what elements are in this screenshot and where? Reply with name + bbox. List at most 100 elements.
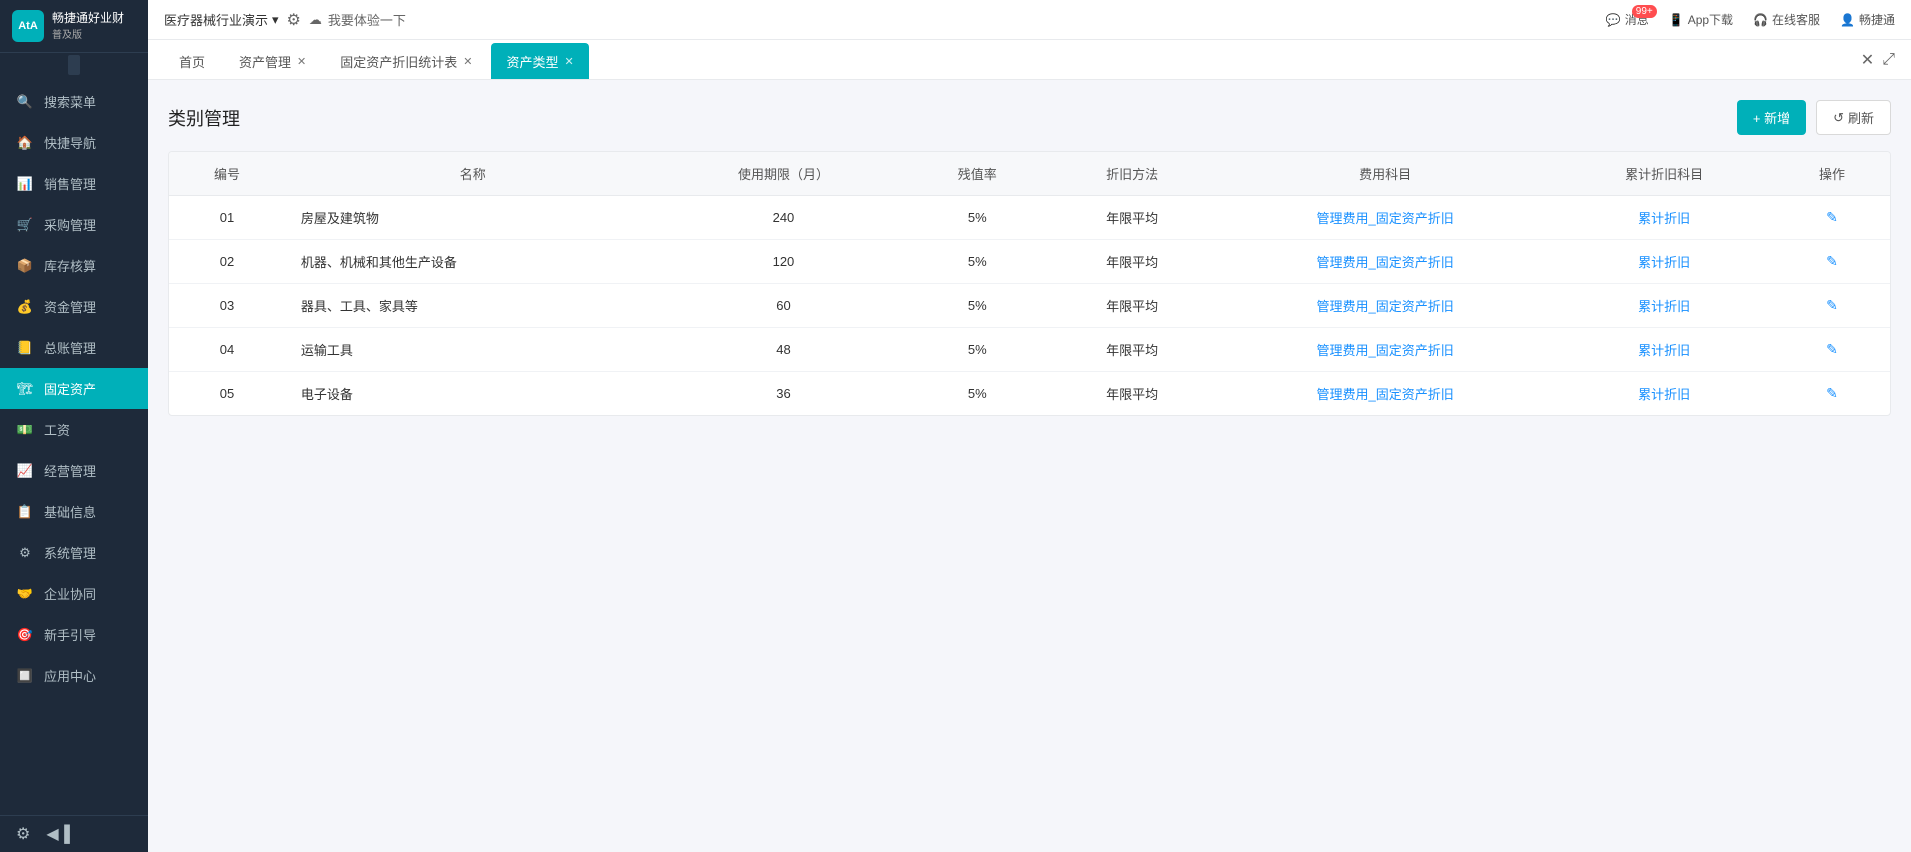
sidebar-label-sales: 销售管理 <box>44 174 96 193</box>
sidebar-item-fixed-assets[interactable]: 🏗 固定资产 <box>0 368 148 409</box>
col-header: 累计折旧科目 <box>1554 152 1774 196</box>
user-icon: 👤 <box>1840 13 1855 27</box>
headset-icon: 🎧 <box>1753 13 1768 27</box>
sidebar-item-sales[interactable]: 📊 销售管理 <box>0 163 148 204</box>
scrollbar-up[interactable] <box>68 55 80 75</box>
company-name: 医疗器械行业演示 <box>164 10 268 29</box>
sidebar-item-payroll[interactable]: 💵 工资 <box>0 409 148 450</box>
sidebar-footer: ⚙ ◀▐ <box>0 815 148 852</box>
nav-icon-quick-nav: 🏠 <box>16 134 34 152</box>
sidebar-item-quick-nav[interactable]: 🏠 快捷导航 <box>0 122 148 163</box>
sidebar-label-quick-nav: 快捷导航 <box>44 133 96 152</box>
customer-service-button[interactable]: 🎧 在线客服 <box>1753 11 1820 28</box>
tab-close-asset-type[interactable]: ✕ <box>565 55 574 68</box>
tab-label-asset-type: 资产类型 <box>506 52 558 71</box>
tab-asset-type[interactable]: 资产类型 ✕ <box>491 43 588 79</box>
col-header: 折旧方法 <box>1048 152 1216 196</box>
sidebar-item-purchase[interactable]: 🛒 采购管理 <box>0 204 148 245</box>
logo-icon: AtA <box>12 10 44 42</box>
table-row: 02机器、机械和其他生产设备1205%年限平均管理费用_固定资产折旧累计折旧✎ <box>169 240 1890 284</box>
phone-icon: 📱 <box>1669 13 1684 27</box>
action-cell: ✎ <box>1774 328 1890 372</box>
tab-home[interactable]: 首页 <box>164 43 220 79</box>
nav-icon-payroll: 💵 <box>16 421 34 439</box>
col-header: 费用科目 <box>1216 152 1554 196</box>
sidebar-label-cooperation: 企业协同 <box>44 584 96 603</box>
app-download-button[interactable]: 📱 App下载 <box>1669 11 1733 28</box>
sidebar-item-basic-info[interactable]: 📋 基础信息 <box>0 491 148 532</box>
edit-button[interactable]: ✎ <box>1826 209 1838 225</box>
app-badge: 普及版 <box>52 26 124 41</box>
company-selector[interactable]: 医疗器械行业演示 ▾ <box>164 10 279 29</box>
sidebar-label-fixed-assets: 固定资产 <box>44 379 96 398</box>
tab-label-depreciation-table: 固定资产折旧统计表 <box>340 52 457 71</box>
message-badge: 99+ <box>1632 5 1657 18</box>
table-row: 01房屋及建筑物2405%年限平均管理费用_固定资产折旧累计折旧✎ <box>169 196 1890 240</box>
tab-label-asset-mgmt: 资产管理 <box>239 52 291 71</box>
expand-tab-icon[interactable]: ⤢ <box>1882 51 1895 69</box>
refresh-button[interactable]: ↺ 刷新 <box>1816 100 1891 135</box>
nav-icon-ledger: 📒 <box>16 339 34 357</box>
nav-icon-search: 🔍 <box>16 93 34 111</box>
nav-icon-capital: 💰 <box>16 298 34 316</box>
nav-icon-system: ⚙ <box>16 544 34 562</box>
new-button[interactable]: + 新增 <box>1737 100 1806 135</box>
sidebar-item-operations[interactable]: 📈 经营管理 <box>0 450 148 491</box>
edit-button[interactable]: ✎ <box>1826 341 1838 357</box>
col-header: 使用期限（月） <box>661 152 907 196</box>
sidebar-item-guide[interactable]: 🎯 新手引导 <box>0 614 148 655</box>
col-header: 操作 <box>1774 152 1890 196</box>
settings-button[interactable]: ⚙ <box>287 10 301 30</box>
sidebar-label-payroll: 工资 <box>44 420 70 439</box>
action-cell: ✎ <box>1774 284 1890 328</box>
tab-close-depreciation-table[interactable]: ✕ <box>463 55 472 68</box>
tab-depreciation-table[interactable]: 固定资产折旧统计表 ✕ <box>325 43 487 79</box>
sidebar-item-capital[interactable]: 💰 资金管理 <box>0 286 148 327</box>
sidebar-label-system: 系统管理 <box>44 543 96 562</box>
sidebar-item-search[interactable]: 🔍 搜索菜单 <box>0 81 148 122</box>
edit-button[interactable]: ✎ <box>1826 253 1838 269</box>
sidebar-item-cooperation[interactable]: 🤝 企业协同 <box>0 573 148 614</box>
refresh-icon: ↺ <box>1833 110 1844 126</box>
main-content: 类别管理 + 新增 ↺ 刷新 编号名称使用期限（月）残值率折旧方法费用科目累计折… <box>148 80 1911 852</box>
close-tab-icon[interactable]: ✕ <box>1861 50 1874 70</box>
nav-icon-purchase: 🛒 <box>16 216 34 234</box>
nav-icon-operations: 📈 <box>16 462 34 480</box>
settings-icon[interactable]: ⚙ <box>16 824 30 844</box>
user-button[interactable]: 👤 畅捷通 <box>1840 11 1895 28</box>
nav-icon-inventory: 📦 <box>16 257 34 275</box>
nav-icon-app-center: 🔲 <box>16 667 34 685</box>
tab-close-asset-mgmt[interactable]: ✕ <box>297 55 306 68</box>
sidebar-item-ledger[interactable]: 📒 总账管理 <box>0 327 148 368</box>
cloud-experience-icon: ☁ <box>309 12 322 28</box>
page-title: 类别管理 <box>168 105 240 131</box>
collapse-icon[interactable]: ◀▐ <box>46 824 70 844</box>
sidebar-label-basic-info: 基础信息 <box>44 502 96 521</box>
sidebar-label-search: 搜索菜单 <box>44 92 96 111</box>
nav-icon-basic-info: 📋 <box>16 503 34 521</box>
page-header: 类别管理 + 新增 ↺ 刷新 <box>168 100 1891 135</box>
sidebar-label-operations: 经营管理 <box>44 461 96 480</box>
sidebar-item-inventory[interactable]: 📦 库存核算 <box>0 245 148 286</box>
nav-icon-cooperation: 🤝 <box>16 585 34 603</box>
experience-button[interactable]: ☁ 我要体验一下 <box>309 10 406 29</box>
topbar: 医疗器械行业演示 ▾ ⚙ ☁ 我要体验一下 💬 消息 99+ 📱 App下载 🎧… <box>148 0 1911 40</box>
edit-button[interactable]: ✎ <box>1826 385 1838 401</box>
table-row: 05电子设备365%年限平均管理费用_固定资产折旧累计折旧✎ <box>169 372 1890 416</box>
tab-asset-mgmt[interactable]: 资产管理 ✕ <box>224 43 321 79</box>
main-area: 医疗器械行业演示 ▾ ⚙ ☁ 我要体验一下 💬 消息 99+ 📱 App下载 🎧… <box>148 0 1911 852</box>
col-header: 名称 <box>285 152 661 196</box>
sidebar-item-app-center[interactable]: 🔲 应用中心 <box>0 655 148 696</box>
nav-icon-sales: 📊 <box>16 175 34 193</box>
edit-button[interactable]: ✎ <box>1826 297 1838 313</box>
app-name: 畅捷通好业财 <box>52 11 124 27</box>
data-table: 编号名称使用期限（月）残值率折旧方法费用科目累计折旧科目操作 01房屋及建筑物2… <box>168 151 1891 416</box>
sidebar-item-system[interactable]: ⚙ 系统管理 <box>0 532 148 573</box>
action-cell: ✎ <box>1774 196 1890 240</box>
message-icon: 💬 <box>1606 13 1621 27</box>
message-button[interactable]: 💬 消息 99+ <box>1606 11 1649 28</box>
app-logo: AtA 畅捷通好业财 普及版 <box>0 0 148 53</box>
nav-icon-guide: 🎯 <box>16 626 34 644</box>
col-header: 残值率 <box>906 152 1048 196</box>
sidebar-label-app-center: 应用中心 <box>44 666 96 685</box>
